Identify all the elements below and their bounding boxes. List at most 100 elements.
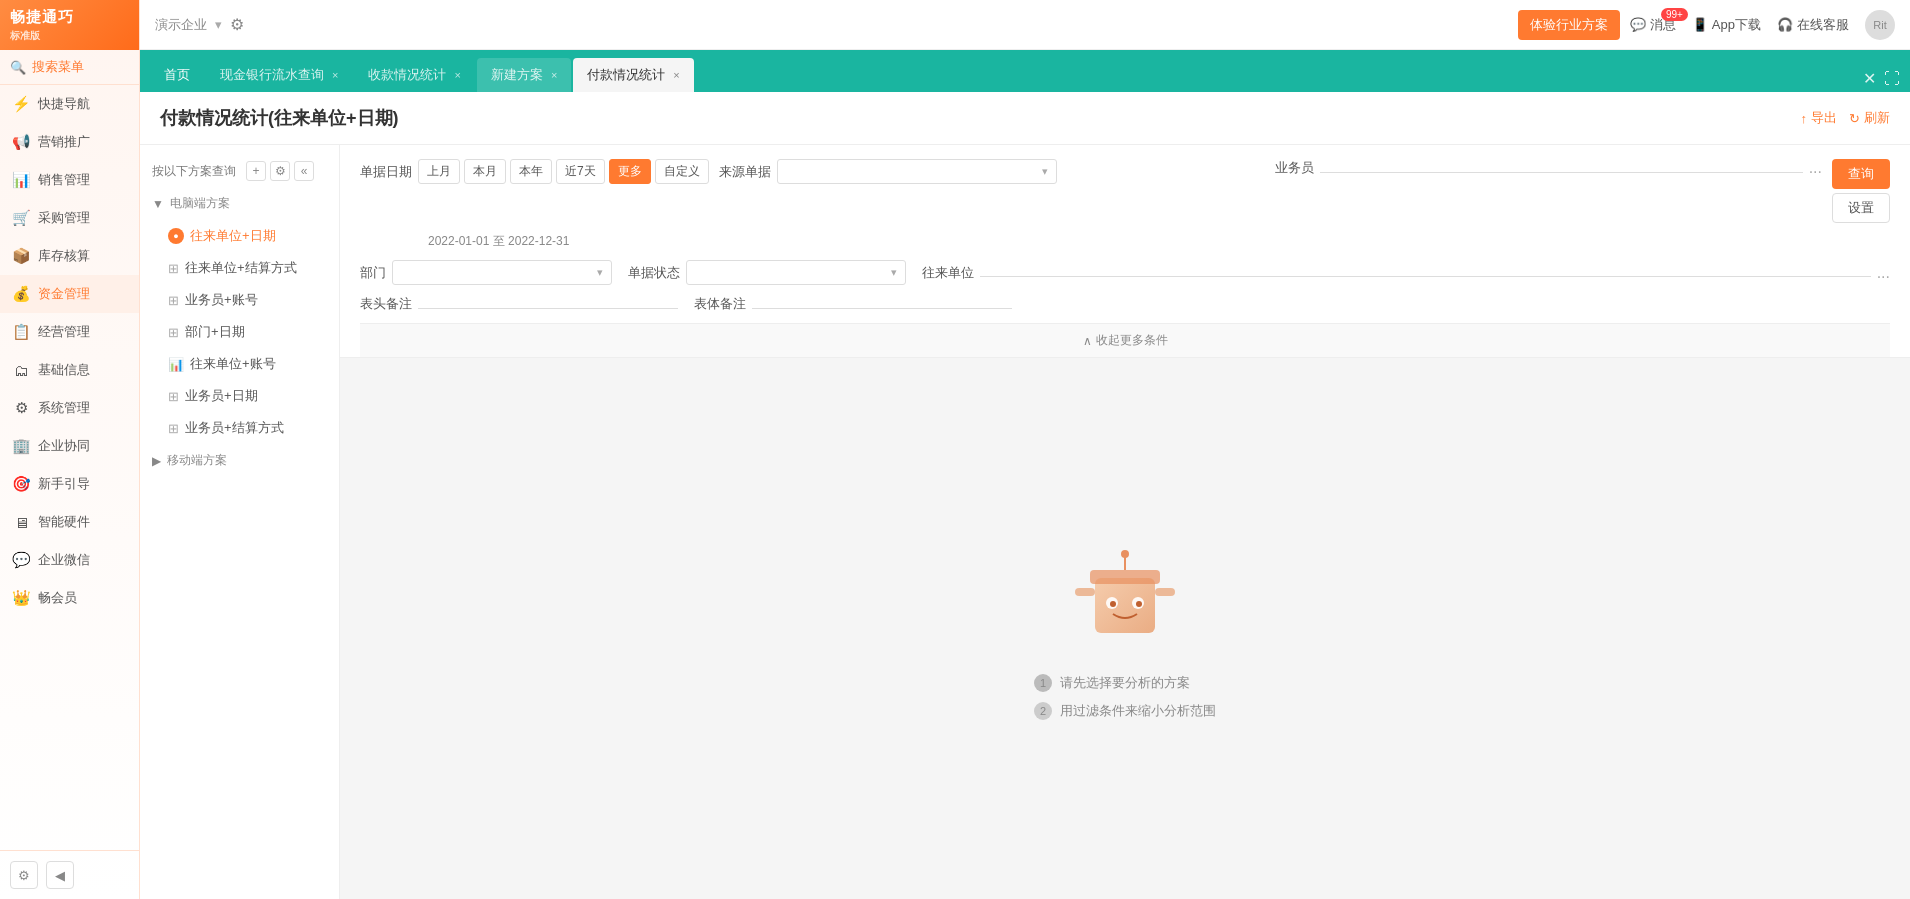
sidebar-item-inventory[interactable]: 📦 库存核算 (0, 237, 139, 275)
tab-receipts[interactable]: 收款情况统计 × (354, 58, 474, 92)
sidebar-label-basic: 基础信息 (38, 361, 90, 379)
date-btn-this-month[interactable]: 本月 (464, 159, 506, 184)
agent-dots[interactable]: ... (1809, 159, 1822, 177)
scheme-item-unit-settle[interactable]: ⊞ 往来单位+结算方式 (140, 252, 339, 284)
tip-text-1: 请先选择要分析的方案 (1060, 674, 1190, 692)
scheme-item-agent-account[interactable]: ⊞ 业务员+账号 (140, 284, 339, 316)
dept-select[interactable]: ▾ (392, 260, 612, 285)
sidebar-item-member[interactable]: 👑 畅会员 (0, 579, 139, 617)
header-right: 💬 消息 99+ 📱 App下载 🎧 在线客服 Rit (1630, 10, 1895, 40)
guide-icon: 🎯 (12, 475, 30, 493)
scheme-collapse-btn[interactable]: « (294, 161, 314, 181)
tab-cash-flow[interactable]: 现金银行流水查询 × (206, 58, 352, 92)
date-btn-last-month[interactable]: 上月 (418, 159, 460, 184)
tab-payment-stats-close[interactable]: × (673, 69, 679, 81)
sidebar-label-guide: 新手引导 (38, 475, 90, 493)
scheme-settings-btn[interactable]: ⚙ (270, 161, 290, 181)
marketing-icon: 📢 (12, 133, 30, 151)
source-select-arrow: ▾ (1042, 165, 1048, 178)
trial-btn[interactable]: 体验行业方案 (1518, 10, 1620, 40)
sidebar-item-quick-nav[interactable]: ⚡ 快捷导航 (0, 85, 139, 123)
sidebar-item-capital[interactable]: 💰 资金管理 (0, 275, 139, 313)
sidebar-item-system[interactable]: ⚙ 系统管理 (0, 389, 139, 427)
export-btn[interactable]: ↑ 导出 (1801, 109, 1838, 127)
sidebar-label-company: 企业协同 (38, 437, 90, 455)
scheme-table-icon-1: ⊞ (168, 261, 179, 276)
search-icon: 🔍 (10, 60, 26, 75)
system-icon: ⚙ (12, 399, 30, 417)
collapse-sidebar-btn[interactable]: ◀ (46, 861, 74, 889)
dropdown-arrow-icon[interactable]: ▾ (215, 17, 222, 32)
scheme-panel: 按以下方案查询 + ⚙ « ▼ 电脑端方案 ● 往来单位+日期 ⊞ (140, 145, 340, 899)
tab-receipts-close[interactable]: × (454, 69, 460, 81)
desktop-scheme-section[interactable]: ▼ 电脑端方案 (140, 187, 339, 220)
scheme-item-dept-date[interactable]: ⊞ 部门+日期 (140, 316, 339, 348)
scheme-chart-icon: 📊 (168, 357, 184, 372)
counterpart-input[interactable] (980, 268, 1871, 277)
tab-bar-right: ✕ ⛶ (1863, 69, 1900, 92)
sidebar-item-sales[interactable]: 📊 销售管理 (0, 161, 139, 199)
source-select[interactable]: ▾ (777, 159, 1057, 184)
refresh-btn[interactable]: ↻ 刷新 (1849, 109, 1890, 127)
filter-settings-btn[interactable]: 设置 (1832, 193, 1890, 223)
sidebar-label-quick-nav: 快捷导航 (38, 95, 90, 113)
desktop-arrow-icon: ▼ (152, 197, 164, 211)
sales-icon: 📊 (12, 171, 30, 189)
top-header: 演示企业 ▾ ⚙ 体验行业方案 💬 消息 99+ 📱 App下载 🎧 在线客服 … (140, 0, 1910, 50)
app-download-btn[interactable]: 📱 App下载 (1692, 16, 1761, 34)
date-btn-7days[interactable]: 近7天 (556, 159, 605, 184)
settings-bottom-btn[interactable]: ⚙ (10, 861, 38, 889)
scheme-item-label-agent-date: 业务员+日期 (185, 387, 258, 405)
sidebar-label-member: 畅会员 (38, 589, 77, 607)
search-label: 搜索菜单 (32, 58, 84, 76)
sidebar-item-guide[interactable]: 🎯 新手引导 (0, 465, 139, 503)
collapse-more-btn[interactable]: ∧ 收起更多条件 (360, 323, 1890, 357)
page-content: 付款情况统计(往来单位+日期) ↑ 导出 ↻ 刷新 按以下方案查询 + (140, 92, 1910, 899)
avatar[interactable]: Rit (1865, 10, 1895, 40)
date-range-row: 2022-01-01 至 2022-12-31 (360, 233, 1890, 260)
sidebar-label-marketing: 营销推广 (38, 133, 90, 151)
sidebar-item-hardware[interactable]: 🖥 智能硬件 (0, 503, 139, 541)
tab-payment-stats[interactable]: 付款情况统计 × (573, 58, 693, 92)
tab-new-scheme-label: 新建方案 (491, 66, 543, 84)
sidebar-item-company[interactable]: 🏢 企业协同 (0, 427, 139, 465)
mobile-scheme-section[interactable]: ▶ 移动端方案 (140, 444, 339, 477)
sidebar-label-purchase: 采购管理 (38, 209, 90, 227)
head-note-input[interactable] (418, 300, 678, 309)
date-btn-more[interactable]: 更多 (609, 159, 651, 184)
tab-expand-btn[interactable]: ⛶ (1884, 70, 1900, 88)
body-note-input[interactable] (752, 300, 1012, 309)
scheme-item-unit-date[interactable]: ● 往来单位+日期 (140, 220, 339, 252)
tab-close-all-btn[interactable]: ✕ (1863, 69, 1876, 88)
sidebar-item-purchase[interactable]: 🛒 采购管理 (0, 199, 139, 237)
tab-home[interactable]: 首页 (150, 58, 204, 92)
sidebar-item-operation[interactable]: 📋 经营管理 (0, 313, 139, 351)
tip-num-1: 1 (1034, 674, 1052, 692)
sidebar-item-wechat[interactable]: 💬 企业微信 (0, 541, 139, 579)
tab-new-scheme-close[interactable]: × (551, 69, 557, 81)
header-gear-btn[interactable]: ⚙ (230, 15, 244, 34)
date-btn-this-year[interactable]: 本年 (510, 159, 552, 184)
status-select[interactable]: ▾ (686, 260, 906, 285)
query-btn[interactable]: 查询 (1832, 159, 1890, 189)
status-label: 单据状态 (628, 264, 680, 282)
scheme-item-agent-date[interactable]: ⊞ 业务员+日期 (140, 380, 339, 412)
tab-cash-flow-close[interactable]: × (332, 69, 338, 81)
agent-input[interactable] (1320, 164, 1802, 173)
search-menu[interactable]: 🔍 搜索菜单 (0, 50, 139, 85)
sidebar-item-marketing[interactable]: 📢 营销推广 (0, 123, 139, 161)
status-select-arrow: ▾ (891, 266, 897, 279)
hardware-icon: 🖥 (12, 513, 30, 531)
scheme-item-agent-settle[interactable]: ⊞ 业务员+结算方式 (140, 412, 339, 444)
counterpart-dots[interactable]: ... (1877, 264, 1890, 282)
date-btn-custom[interactable]: 自定义 (655, 159, 709, 184)
scheme-add-btn[interactable]: + (246, 161, 266, 181)
scheme-item-unit-account[interactable]: 📊 往来单位+账号 (140, 348, 339, 380)
sidebar-item-basic[interactable]: 🗂 基础信息 (0, 351, 139, 389)
svg-rect-1 (1090, 570, 1160, 584)
message-btn[interactable]: 💬 消息 99+ (1630, 16, 1676, 34)
page-title: 付款情况统计(往来单位+日期) (160, 106, 399, 130)
online-service-btn[interactable]: 🎧 在线客服 (1777, 16, 1849, 34)
tab-new-scheme[interactable]: 新建方案 × (477, 58, 571, 92)
export-icon: ↑ (1801, 111, 1808, 126)
